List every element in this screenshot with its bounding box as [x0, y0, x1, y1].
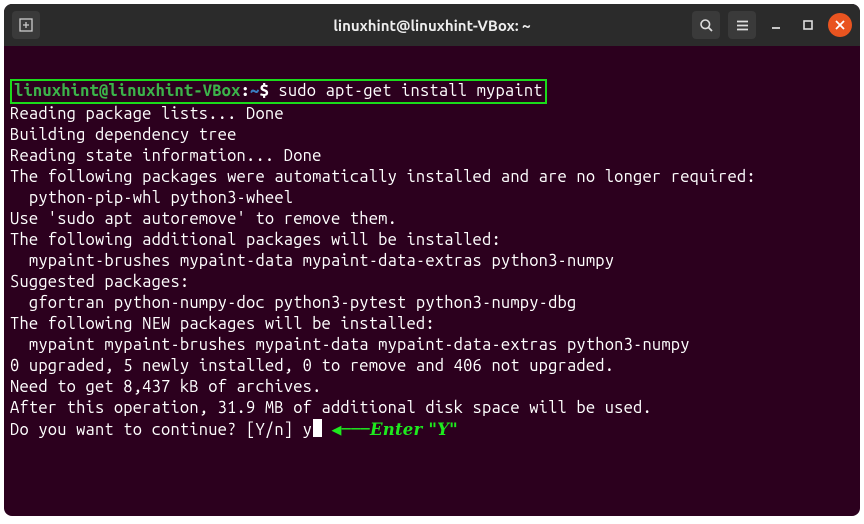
maximize-button[interactable]: [796, 13, 820, 37]
output-line: Reading state information... Done: [10, 147, 322, 165]
annotation-label: Enter "Y": [370, 420, 458, 439]
minimize-button[interactable]: [764, 13, 788, 37]
output-line: mypaint-brushes mypaint-data mypaint-dat…: [10, 252, 614, 270]
output-line: The following additional packages will b…: [10, 231, 501, 249]
prompt-symbol: $: [259, 82, 268, 100]
new-tab-button[interactable]: [12, 11, 40, 39]
output-line: The following packages were automaticall…: [10, 168, 756, 186]
search-button[interactable]: [692, 11, 720, 39]
output-line: gfortran python-numpy-doc python3-pytest…: [10, 294, 576, 312]
annotation-arrow-icon: ◀───: [332, 421, 370, 439]
output-line: Use 'sudo apt autoremove' to remove them…: [10, 210, 397, 228]
output-line: After this operation, 31.9 MB of additio…: [10, 399, 652, 417]
output-prompt-line: Do you want to continue? [Y/n] y: [10, 421, 312, 439]
window-title: linuxhint@linuxhint-VBox: ~: [333, 17, 530, 34]
terminal-body[interactable]: linuxhint@linuxhint-VBox:~$ sudo apt-get…: [4, 46, 860, 468]
menu-button[interactable]: [728, 11, 756, 39]
prompt-user-host: linuxhint@linuxhint-VBox: [14, 82, 241, 100]
command-text: sudo apt-get install mypaint: [278, 82, 542, 100]
output-line: mypaint mypaint-brushes mypaint-data myp…: [10, 336, 690, 354]
output-line: Suggested packages:: [10, 273, 189, 291]
titlebar: linuxhint@linuxhint-VBox: ~: [4, 4, 860, 46]
output-line: Need to get 8,437 kB of archives.: [10, 378, 322, 396]
command-highlight-box: linuxhint@linuxhint-VBox:~$ sudo apt-get…: [10, 79, 547, 104]
output-line: 0 upgraded, 5 newly installed, 0 to remo…: [10, 357, 614, 375]
terminal-window: linuxhint@linuxhint-VBox: ~ linuxhint@li…: [4, 4, 860, 516]
output-line: Building dependency tree: [10, 126, 237, 144]
output-line: The following NEW packages will be insta…: [10, 315, 435, 333]
output-line: Reading package lists... Done: [10, 105, 284, 123]
cursor: [313, 419, 322, 437]
close-button[interactable]: [828, 13, 852, 37]
output-line: python-pip-whl python3-wheel: [10, 189, 293, 207]
